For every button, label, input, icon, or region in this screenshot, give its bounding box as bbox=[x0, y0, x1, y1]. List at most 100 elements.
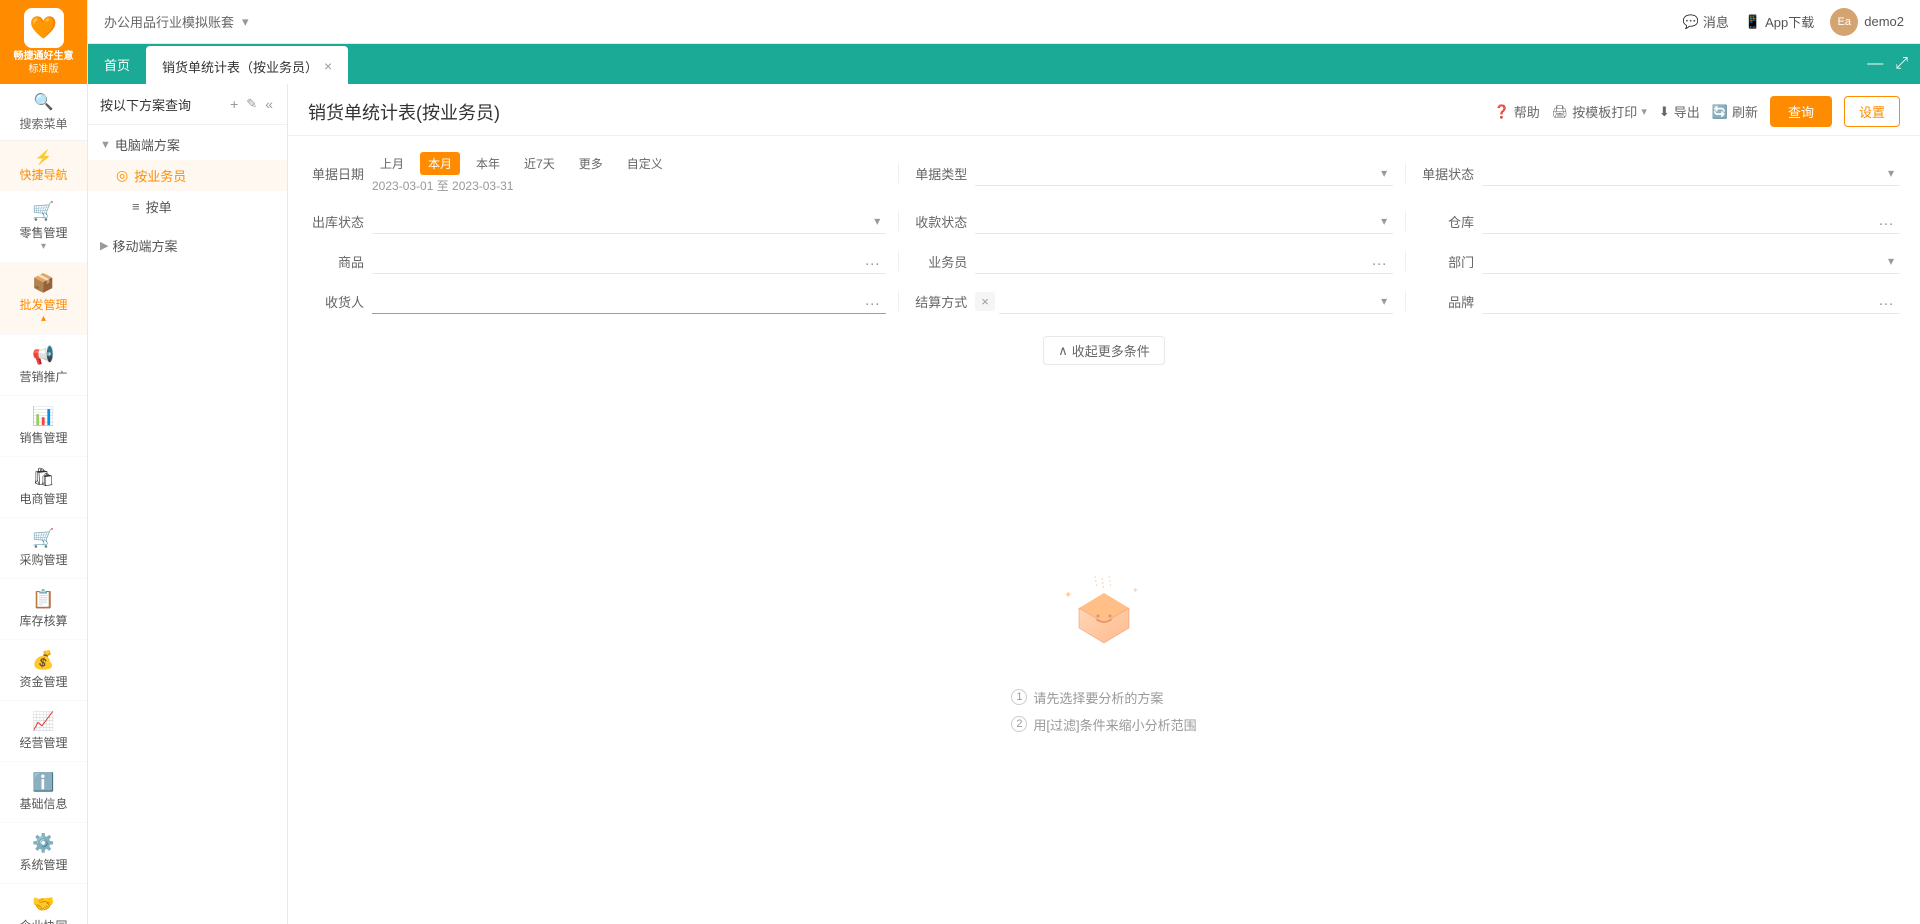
date-tab-last-month[interactable]: 上月 bbox=[372, 152, 412, 175]
tab-home[interactable]: 首页 bbox=[88, 44, 146, 84]
scheme-group-mobile-header[interactable]: ▶ 移动端方案 bbox=[88, 230, 287, 261]
goods-dots-icon[interactable]: … bbox=[864, 252, 880, 270]
template-print-label: 按模板打印 bbox=[1572, 102, 1637, 121]
header-dropdown-icon[interactable]: ▾ bbox=[242, 14, 249, 30]
collapse-button[interactable]: ∧ 收起更多条件 bbox=[1043, 336, 1165, 365]
doc-type-select[interactable] bbox=[975, 160, 1393, 186]
system-label: 系统管理 bbox=[19, 856, 67, 873]
doc-status-select[interactable] bbox=[1482, 160, 1900, 186]
filter-field-brand: 品牌 … bbox=[1418, 288, 1900, 314]
collapse-up-icon: ∧ bbox=[1058, 343, 1068, 359]
add-scheme-button[interactable]: + bbox=[228, 94, 240, 114]
message-icon: 💬 bbox=[1683, 14, 1699, 30]
sidebar-item-basic[interactable]: ℹ️ 基础信息 bbox=[0, 762, 87, 823]
sidebar-item-inventory[interactable]: 📋 库存核算 bbox=[0, 579, 87, 640]
help-button[interactable]: ❓ 帮助 bbox=[1494, 102, 1540, 121]
salesperson-input[interactable] bbox=[975, 248, 1393, 274]
consignee-input[interactable] bbox=[372, 288, 886, 314]
tab-close-icon[interactable]: × bbox=[324, 58, 332, 74]
refresh-icon: 🔄 bbox=[1712, 104, 1728, 120]
message-button[interactable]: 💬 消息 bbox=[1683, 12, 1729, 31]
enterprise-icon: 🤝 bbox=[32, 894, 54, 915]
department-select[interactable] bbox=[1482, 248, 1900, 274]
brand-label: 品牌 bbox=[1418, 292, 1474, 311]
refresh-label: 刷新 bbox=[1732, 102, 1758, 121]
sidebar-item-sales[interactable]: 📊 销售管理 bbox=[0, 396, 87, 457]
header-page-title: 办公用品行业模拟账套 bbox=[104, 12, 234, 31]
top-header: 办公用品行业模拟账套 ▾ 💬 消息 📱 App下载 Ea demo2 bbox=[88, 0, 1920, 44]
help-label: 帮助 bbox=[1514, 102, 1540, 121]
sales-icon: 📊 bbox=[32, 406, 54, 427]
collapse-panel-button[interactable]: « bbox=[263, 94, 275, 114]
date-tab-more[interactable]: 更多 bbox=[571, 152, 611, 175]
tab-minimize-icon[interactable]: — bbox=[1863, 51, 1887, 77]
sidebar-item-retail[interactable]: 🛒 零售管理 ▾ bbox=[0, 191, 87, 263]
filter-field-department: 部门 ▾ bbox=[1418, 248, 1900, 274]
consignee-dots-icon[interactable]: … bbox=[864, 292, 880, 310]
marketing-label: 营销推广 bbox=[19, 368, 67, 385]
collection-select[interactable] bbox=[975, 208, 1393, 234]
tab-expand-icon[interactable]: ⤢ bbox=[1891, 51, 1912, 77]
sidebar-item-operations[interactable]: 📈 经营管理 bbox=[0, 701, 87, 762]
quick-nav-button[interactable]: ⚡ 快捷导航 bbox=[0, 141, 87, 191]
scheme-group-desktop-header[interactable]: ▼ 电脑端方案 bbox=[88, 129, 287, 160]
goods-label: 商品 bbox=[308, 252, 364, 271]
wholesale-label: 批发管理 bbox=[19, 296, 67, 313]
sidebar-item-wholesale[interactable]: 📦 批发管理 ▴ bbox=[0, 263, 87, 335]
divider-7 bbox=[898, 291, 899, 311]
empty-tip-2: 2 用[过滤]条件来缩小分析范围 bbox=[1011, 715, 1196, 734]
scheme-group-desktop: ▼ 电脑端方案 ◎ 按业务员 ≡ 按单 bbox=[88, 125, 287, 226]
app-download-icon: 📱 bbox=[1745, 14, 1761, 30]
avatar: Ea bbox=[1830, 8, 1858, 36]
date-tab-this-month[interactable]: 本月 bbox=[420, 152, 460, 175]
scheme-item-by-salesperson[interactable]: ◎ 按业务员 bbox=[88, 160, 287, 191]
query-button[interactable]: 查询 bbox=[1770, 96, 1832, 127]
sidebar-item-system[interactable]: ⚙️ 系统管理 bbox=[0, 823, 87, 884]
template-print-dropdown-icon[interactable]: ▾ bbox=[1641, 105, 1647, 118]
date-tab-7days[interactable]: 近7天 bbox=[516, 152, 563, 175]
empty-state: ✦ ✦ 1 请先选择要分析的方案 bbox=[288, 385, 1920, 924]
right-panel: 销货单统计表(按业务员) ❓ 帮助 🖨 按模板打印 ▾ ⬇ 导出 bbox=[288, 84, 1920, 924]
sidebar-logo[interactable]: 🧡 畅捷通好生意 标准版 bbox=[0, 0, 87, 84]
scheme-circle-icon: ◎ bbox=[116, 167, 128, 184]
sidebar-item-purchase[interactable]: 🛒 采购管理 bbox=[0, 518, 87, 579]
tip-2-text: 用[过滤]条件来缩小分析范围 bbox=[1033, 715, 1196, 734]
scheme-item-by-doc[interactable]: ≡ 按单 bbox=[88, 191, 287, 222]
sidebar-item-ecommerce[interactable]: 🛍 电商管理 bbox=[0, 457, 87, 518]
stock-out-select[interactable] bbox=[372, 208, 886, 234]
filter-field-doc-type: 单据类型 ▾ bbox=[911, 160, 1393, 186]
sidebar: 🧡 畅捷通好生意 标准版 🔍 搜索菜单 ⚡ 快捷导航 🛒 零售管理 ▾ 📦 批发… bbox=[0, 0, 88, 924]
salesperson-label: 业务员 bbox=[911, 252, 967, 271]
user-profile[interactable]: Ea demo2 bbox=[1830, 8, 1904, 36]
brand-dots-icon[interactable]: … bbox=[1878, 292, 1894, 310]
export-button[interactable]: ⬇ 导出 bbox=[1659, 102, 1700, 121]
settlement-tag-close[interactable]: × bbox=[981, 294, 989, 309]
sidebar-item-enterprise[interactable]: 🤝 企业协同 bbox=[0, 884, 87, 924]
collection-label: 收款状态 bbox=[911, 212, 967, 231]
brand-input[interactable] bbox=[1482, 288, 1900, 314]
logo-icon: 🧡 bbox=[24, 8, 64, 48]
goods-input[interactable] bbox=[372, 248, 886, 274]
salesperson-dots-icon[interactable]: … bbox=[1371, 252, 1387, 270]
settings-button[interactable]: 设置 bbox=[1844, 96, 1900, 127]
refresh-button[interactable]: 🔄 刷新 bbox=[1712, 102, 1758, 121]
date-tab-custom[interactable]: 自定义 bbox=[619, 152, 671, 175]
purchase-icon: 🛒 bbox=[32, 528, 54, 549]
sidebar-item-marketing[interactable]: 📢 营销推广 bbox=[0, 335, 87, 396]
search-menu-button[interactable]: 🔍 搜索菜单 bbox=[0, 84, 87, 141]
page-title: 销货单统计表(按业务员) bbox=[308, 99, 500, 125]
date-tab-this-year[interactable]: 本年 bbox=[468, 152, 508, 175]
settlement-select[interactable] bbox=[999, 288, 1393, 314]
template-print-button[interactable]: 🖨 按模板打印 ▾ bbox=[1552, 102, 1647, 121]
edit-scheme-button[interactable]: ✎ bbox=[244, 94, 259, 114]
sidebar-item-finance[interactable]: 💰 资金管理 bbox=[0, 640, 87, 701]
filter-field-doc-status: 单据状态 ▾ bbox=[1418, 160, 1900, 186]
settlement-label: 结算方式 bbox=[911, 292, 967, 311]
empty-tip-1: 1 请先选择要分析的方案 bbox=[1011, 688, 1196, 707]
tab-sales-stats[interactable]: 销货单统计表（按业务员） × bbox=[146, 46, 348, 86]
warehouse-input[interactable] bbox=[1482, 208, 1900, 234]
warehouse-dots-icon[interactable]: … bbox=[1878, 212, 1894, 230]
export-icon: ⬇ bbox=[1659, 104, 1670, 120]
filter-form: 单据日期 上月 本月 本年 近7天 更多 自定义 2023-03-01 至 20… bbox=[288, 136, 1920, 385]
app-download-button[interactable]: 📱 App下载 bbox=[1745, 12, 1814, 31]
